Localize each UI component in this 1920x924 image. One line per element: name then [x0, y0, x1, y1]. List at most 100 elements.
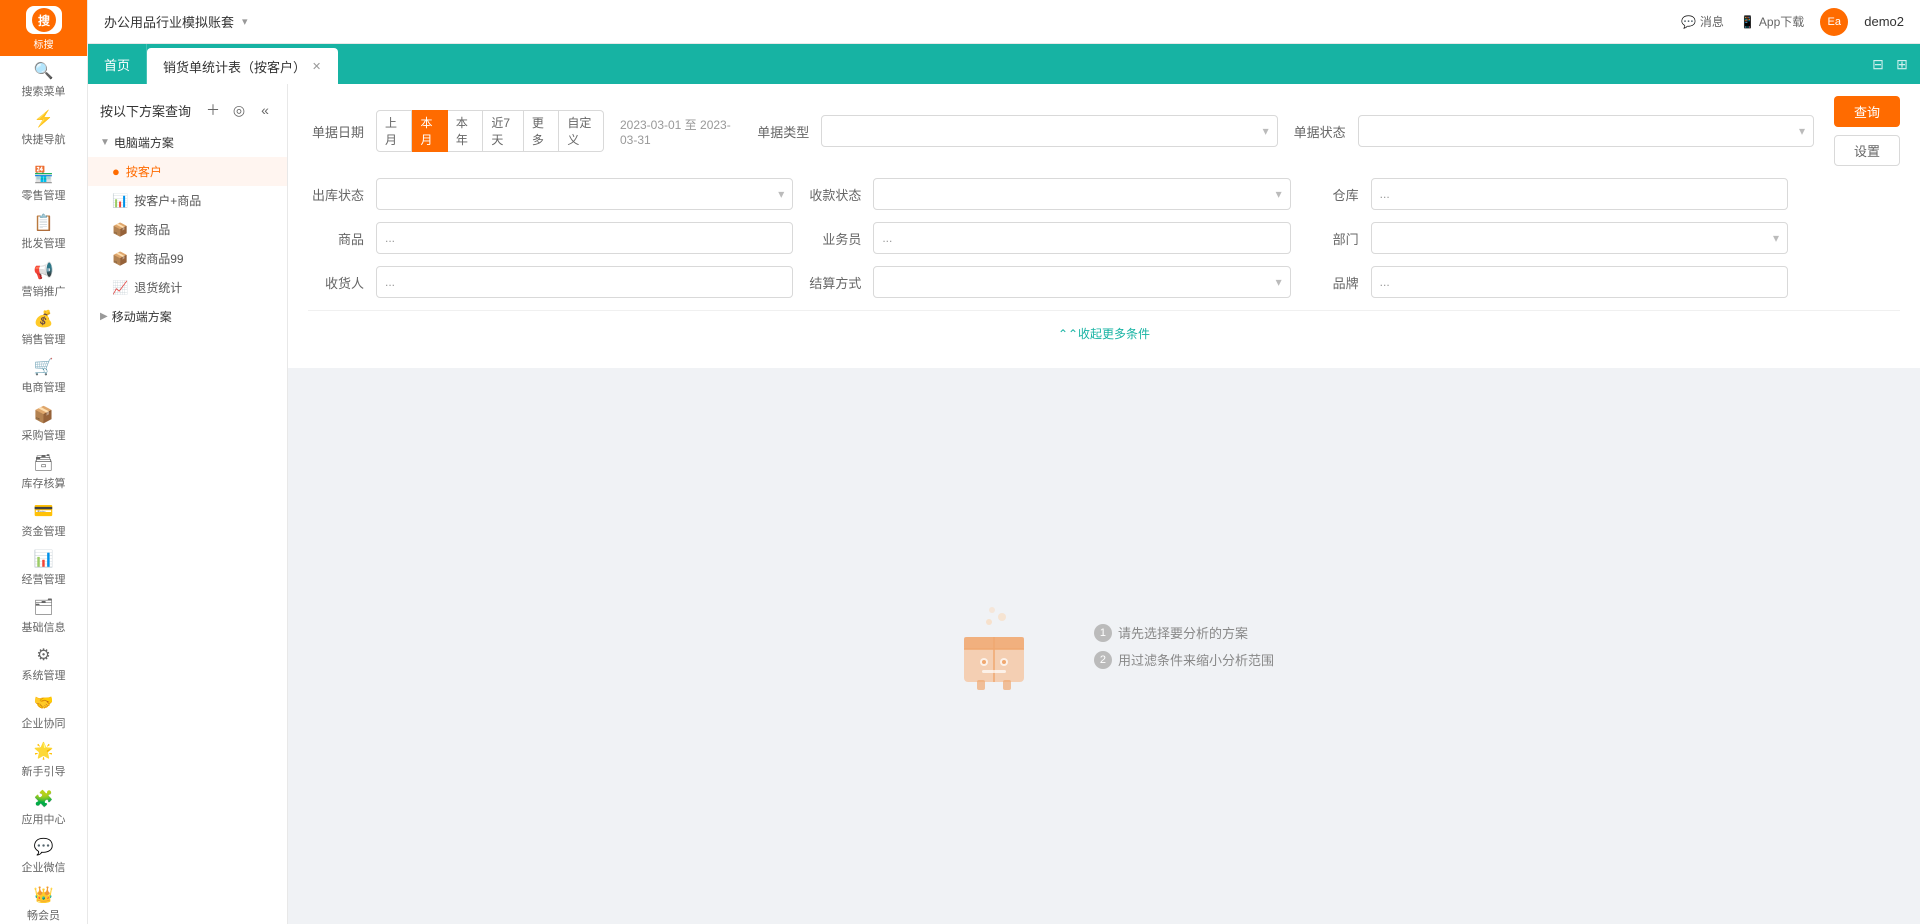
collapse-button[interactable]: ⌃⌃ 收起更多条件 — [1058, 319, 1150, 348]
scheme-item-by-customer-product[interactable]: 📊 按客户+商品 — [88, 186, 287, 215]
sidebar-item-newbie[interactable]: 🌟 新手引导 — [0, 736, 87, 784]
staff-field[interactable]: ... — [873, 222, 1290, 254]
product-field[interactable]: ... — [376, 222, 793, 254]
hint-text-1: 请先选择要分析的方案 — [1118, 623, 1248, 642]
message-button[interactable]: 💬 消息 — [1681, 13, 1724, 30]
sidebar-item-wechat-label: 企业微信 — [22, 859, 66, 875]
sidebar-item-operation[interactable]: 📊 经营管理 — [0, 544, 87, 592]
payment-method-field[interactable]: ▾ — [873, 266, 1290, 298]
tab-sales-stat-label: 销货单统计表（按客户） — [163, 57, 306, 76]
message-icon: 💬 — [1681, 15, 1696, 29]
window-controls: ⊟ ⊞ — [1868, 54, 1920, 74]
scheme-collapse-button[interactable]: « — [255, 100, 275, 120]
date-preset-this-month[interactable]: 本月 — [412, 110, 447, 152]
department-label: 部门 — [1303, 229, 1359, 248]
filter-area: 单据日期 上月 本月 本年 近7天 更多 自定义 2023-03-01 至 20… — [288, 84, 1920, 368]
setting-button[interactable]: 设置 — [1834, 135, 1900, 166]
order-type-field[interactable]: ▾ — [821, 115, 1277, 147]
payment-status-label: 收款状态 — [805, 185, 861, 204]
tab-bar: 首页 销货单统计表（按客户） ✕ ⊟ ⊞ — [88, 44, 1920, 84]
scheme-add-button[interactable]: ＋ — [203, 100, 223, 120]
date-preset-last-month[interactable]: 上月 — [376, 110, 412, 152]
purchase-icon: 📦 — [34, 405, 54, 425]
top-header-left: 办公用品行业模拟账套 ▾ — [104, 12, 248, 31]
search-icon: 🔍 — [34, 61, 54, 81]
receiver-label: 收货人 — [308, 273, 364, 292]
minimize-button[interactable]: ⊟ — [1868, 54, 1888, 74]
sidebar-item-marketing-label: 营销推广 — [22, 283, 66, 299]
product-label: 商品 — [308, 229, 364, 248]
sidebar-item-basic-label: 基础信息 — [22, 619, 66, 635]
receiver-placeholder: ... — [385, 275, 784, 289]
main-area: 办公用品行业模拟账套 ▾ 💬 消息 📱 App下载 Ea demo2 首页 销货… — [88, 0, 1920, 924]
warehouse-field[interactable]: ... — [1371, 178, 1788, 210]
wechat-icon: 💬 — [34, 837, 54, 857]
tab-close-button[interactable]: ✕ — [312, 60, 321, 73]
tab-sales-stat[interactable]: 销货单统计表（按客户） ✕ — [147, 48, 338, 84]
avatar-text: Ea — [1828, 16, 1841, 28]
sidebar-item-retail[interactable]: 🏪 零售管理 — [0, 160, 87, 208]
filter-row-4: 收货人 ... 结算方式 ▾ 品牌 ... — [308, 266, 1900, 298]
sidebar-item-purchase[interactable]: 📦 采购管理 — [0, 400, 87, 448]
sidebar-item-wechat[interactable]: 💬 企业微信 — [0, 832, 87, 880]
return-icon: 📈 — [112, 280, 128, 296]
empty-container: 1 请先选择要分析的方案 2 用过滤条件来缩小分析范围 — [934, 592, 1274, 700]
chevron-down-icon-payment-status: ▾ — [1276, 187, 1282, 201]
sidebar-item-system[interactable]: ⚙ 系统管理 — [0, 640, 87, 688]
sidebar-item-search[interactable]: 🔍 搜索菜单 — [0, 56, 87, 104]
sidebar-item-sales[interactable]: 💰 销售管理 — [0, 304, 87, 352]
date-preset-more[interactable]: 更多 — [524, 110, 559, 152]
sidebar-item-quicknav[interactable]: ⚡ 快捷导航 — [0, 104, 87, 152]
date-preset-this-year[interactable]: 本年 — [448, 110, 483, 152]
sidebar-item-purchase-label: 采购管理 — [22, 427, 66, 443]
finance-icon: 💳 — [34, 501, 54, 521]
sidebar-item-ecommerce[interactable]: 🛒 电商管理 — [0, 352, 87, 400]
content-main: 1 请先选择要分析的方案 2 用过滤条件来缩小分析范围 — [288, 368, 1920, 924]
sidebar-item-quicknav-label: 快捷导航 — [22, 131, 66, 147]
chevron-down-icon-order-status: ▾ — [1799, 124, 1805, 138]
scheme-group-desktop: ▼ 电脑端方案 ● 按客户 📊 按客户+商品 📦 按商品 📦 按商品9 — [88, 128, 287, 302]
collapse-up-icon: ⌃⌃ — [1058, 327, 1078, 341]
sidebar-item-basic[interactable]: 🗂 基础信息 — [0, 592, 87, 640]
product99-icon: 📦 — [112, 251, 128, 267]
logo-area: 搜 标搜 — [0, 0, 87, 56]
date-preset-last-7[interactable]: 近7天 — [483, 110, 524, 152]
marketing-icon: 📢 — [34, 261, 54, 281]
date-preset-custom[interactable]: 自定义 — [559, 110, 604, 152]
sidebar-item-finance[interactable]: 💳 资金管理 — [0, 496, 87, 544]
scheme-item-by-product-99[interactable]: 📦 按商品99 — [88, 244, 287, 273]
receiver-field[interactable]: ... — [376, 266, 793, 298]
maximize-button[interactable]: ⊞ — [1892, 54, 1912, 74]
scheme-item-return-stat[interactable]: 📈 退货统计 — [88, 273, 287, 302]
payment-status-field[interactable]: ▾ — [873, 178, 1290, 210]
sidebar-item-member[interactable]: 👑 畅会员 — [0, 880, 87, 924]
scheme-group-mobile-header[interactable]: ▶ 移动端方案 — [88, 302, 287, 331]
hint-num-2: 2 — [1094, 651, 1112, 669]
sidebar-item-marketing[interactable]: 📢 营销推广 — [0, 256, 87, 304]
tab-home-label: 首页 — [104, 55, 130, 74]
brand-field[interactable]: ... — [1371, 266, 1788, 298]
chevron-right-icon: ▶ — [100, 311, 108, 322]
content-area: 单据日期 上月 本月 本年 近7天 更多 自定义 2023-03-01 至 20… — [288, 84, 1920, 924]
app-download-button[interactable]: 📱 App下载 — [1740, 13, 1804, 30]
sidebar-item-cooperation[interactable]: 🤝 企业协同 — [0, 688, 87, 736]
sidebar-item-finance-label: 资金管理 — [22, 523, 66, 539]
scheme-item-by-product[interactable]: 📦 按商品 — [88, 215, 287, 244]
query-button[interactable]: 查询 — [1834, 96, 1900, 127]
user-name[interactable]: demo2 — [1864, 14, 1904, 29]
sidebar-item-apps[interactable]: 🧩 应用中心 — [0, 784, 87, 832]
filter-row-1: 单据日期 上月 本月 本年 近7天 更多 自定义 2023-03-01 至 20… — [308, 96, 1900, 166]
app-title-dropdown-icon[interactable]: ▾ — [242, 15, 248, 28]
scheme-item-by-customer[interactable]: ● 按客户 — [88, 157, 287, 186]
scheme-panel-title: 按以下方案查询 — [100, 101, 191, 120]
sidebar-item-cooperation-label: 企业协同 — [22, 715, 66, 731]
scheme-settings-button[interactable]: ◎ — [229, 100, 249, 120]
btn-group: 查询 设置 — [1834, 96, 1900, 166]
tab-home[interactable]: 首页 — [88, 44, 147, 84]
sidebar-item-wholesale[interactable]: 📋 批发管理 — [0, 208, 87, 256]
out-status-field[interactable]: ▾ — [376, 178, 793, 210]
scheme-group-desktop-header[interactable]: ▼ 电脑端方案 — [88, 128, 287, 157]
department-field[interactable]: ▾ — [1371, 222, 1788, 254]
order-status-field[interactable]: ▾ — [1358, 115, 1814, 147]
sidebar-item-inventory[interactable]: 🗃 库存核算 — [0, 448, 87, 496]
